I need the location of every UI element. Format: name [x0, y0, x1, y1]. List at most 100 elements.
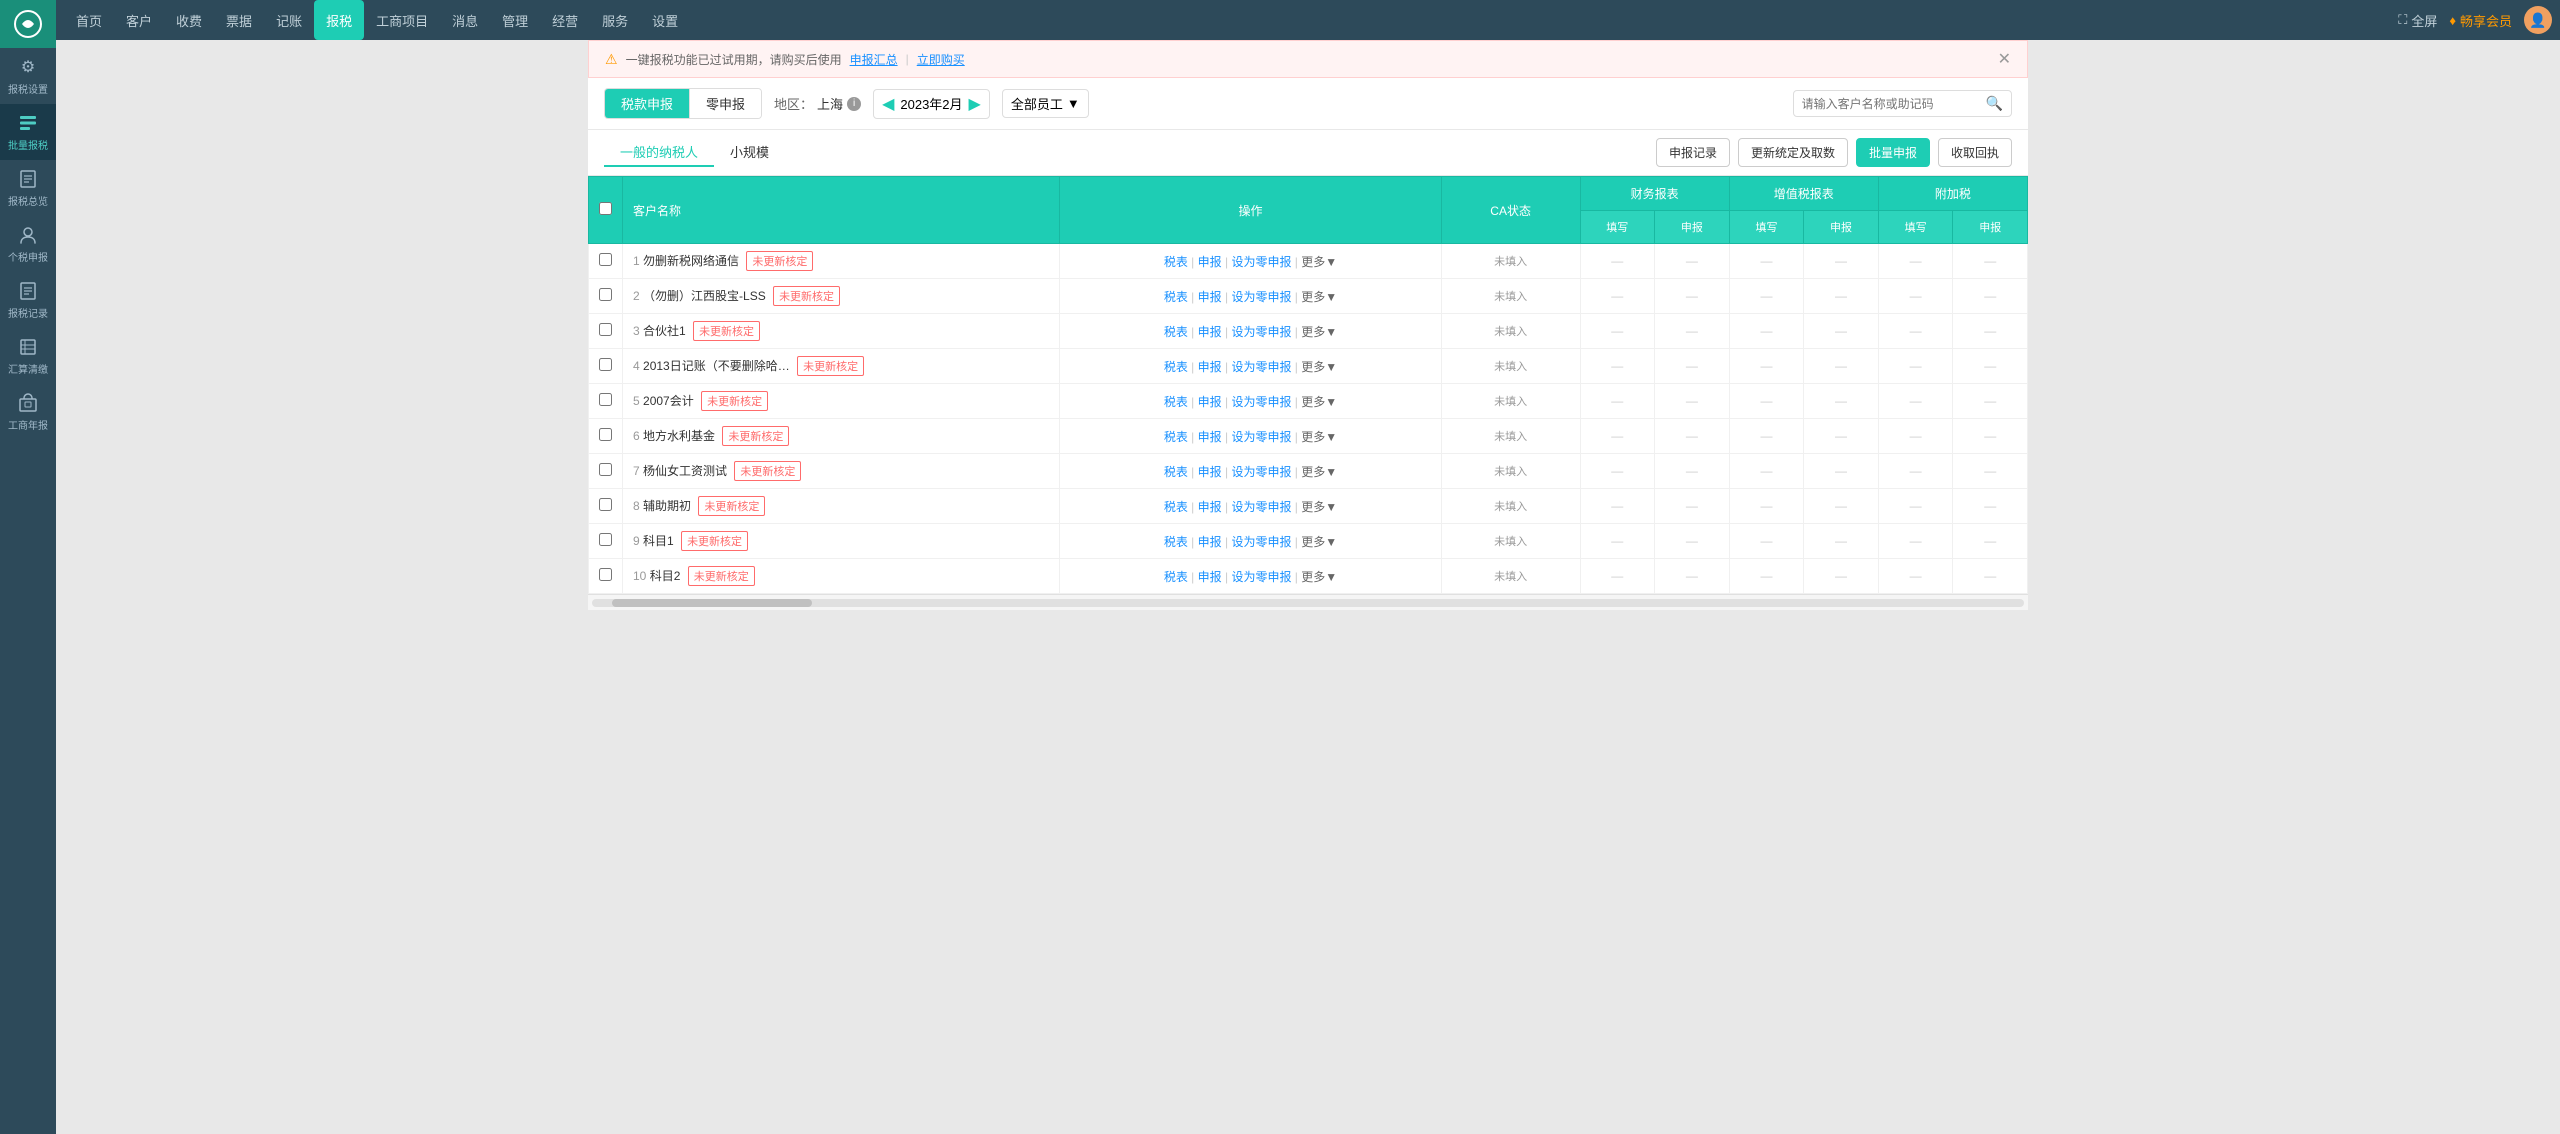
action-set-zero[interactable]: 设为零申报	[1231, 255, 1291, 269]
nav-invoice[interactable]: 票据	[214, 0, 264, 40]
action-more[interactable]: 更多▼	[1301, 360, 1337, 374]
row-company-name: 1 勿删新税网络通信 未更新核定	[623, 244, 1060, 279]
action-declare[interactable]: 申报	[1198, 465, 1222, 479]
notice-link-summary[interactable]: 申报汇总	[850, 51, 898, 68]
row-tax-fill: —	[1729, 559, 1804, 594]
action-more[interactable]: 更多▼	[1301, 465, 1337, 479]
staff-selector[interactable]: 全部员工 ▼	[1002, 89, 1089, 118]
btn-batch-declare[interactable]: 批量申报	[1856, 138, 1930, 167]
btn-declare-record[interactable]: 申报记录	[1656, 138, 1730, 167]
user-avatar[interactable]: 👤	[2524, 6, 2552, 34]
action-declare[interactable]: 申报	[1198, 430, 1222, 444]
nav-home[interactable]: 首页	[64, 0, 114, 40]
row-checkbox[interactable]	[599, 253, 612, 266]
row-checkbox[interactable]	[599, 323, 612, 336]
scroll-track	[592, 599, 2024, 607]
action-set-zero[interactable]: 设为零申报	[1231, 395, 1291, 409]
table-header-row-1: 客户名称 操作 CA状态 财务报表 增值税报表 附加税	[589, 177, 2028, 211]
action-more[interactable]: 更多▼	[1301, 570, 1337, 584]
action-tax-table[interactable]: 税表	[1164, 360, 1188, 374]
action-tax-table[interactable]: 税表	[1164, 255, 1188, 269]
sidebar-item-tax-overview[interactable]: 报税总览	[0, 160, 56, 216]
nav-settings[interactable]: 设置	[640, 0, 690, 40]
tab-declare[interactable]: 税款申报	[605, 89, 690, 118]
row-checkbox[interactable]	[599, 393, 612, 406]
action-set-zero[interactable]: 设为零申报	[1231, 430, 1291, 444]
horizontal-scrollbar[interactable]	[588, 594, 2028, 610]
nav-customer[interactable]: 客户	[114, 0, 164, 40]
row-checkbox[interactable]	[599, 428, 612, 441]
btn-update-data[interactable]: 更新统定及取数	[1738, 138, 1848, 167]
action-set-zero[interactable]: 设为零申报	[1231, 500, 1291, 514]
sidebar-item-tax-record[interactable]: 报税记录	[0, 272, 56, 328]
tab-small-taxpayer[interactable]: 小规模	[714, 138, 785, 167]
action-more[interactable]: 更多▼	[1301, 535, 1337, 549]
action-set-zero[interactable]: 设为零申报	[1231, 290, 1291, 304]
sidebar-item-annual-settlement[interactable]: 汇算清缴	[0, 328, 56, 384]
sidebar-item-tax-settings[interactable]: ⚙ 报税设置	[0, 48, 56, 104]
nav-billing[interactable]: 收费	[164, 0, 214, 40]
action-tax-table[interactable]: 税表	[1164, 430, 1188, 444]
row-checkbox[interactable]	[599, 498, 612, 511]
sidebar-item-business-annual[interactable]: 工商年报	[0, 384, 56, 440]
action-more[interactable]: 更多▼	[1301, 325, 1337, 339]
period-prev-button[interactable]: ◀	[882, 94, 894, 114]
row-tax-submit: —	[1804, 279, 1879, 314]
action-more[interactable]: 更多▼	[1301, 500, 1337, 514]
select-all-checkbox[interactable]	[599, 202, 612, 215]
action-tax-table[interactable]: 税表	[1164, 395, 1188, 409]
nav-operation[interactable]: 经营	[540, 0, 590, 40]
nav-accounting[interactable]: 记账	[264, 0, 314, 40]
row-checkbox[interactable]	[599, 358, 612, 371]
action-declare[interactable]: 申报	[1198, 570, 1222, 584]
row-checkbox[interactable]	[599, 463, 612, 476]
nav-message[interactable]: 消息	[440, 0, 490, 40]
btn-withdraw[interactable]: 收取回执	[1938, 138, 2012, 167]
fullscreen-button[interactable]: ⛶ 全屏	[2398, 11, 2437, 30]
action-tax-table[interactable]: 税表	[1164, 535, 1188, 549]
action-declare[interactable]: 申报	[1198, 290, 1222, 304]
nav-tax[interactable]: 报税	[314, 0, 364, 40]
nav-business[interactable]: 工商项目	[364, 0, 440, 40]
row-additional-fill: —	[1878, 489, 1953, 524]
action-declare[interactable]: 申报	[1198, 535, 1222, 549]
action-more[interactable]: 更多▼	[1301, 430, 1337, 444]
row-checkbox[interactable]	[599, 288, 612, 301]
nav-manage[interactable]: 管理	[490, 0, 540, 40]
action-tax-table[interactable]: 税表	[1164, 570, 1188, 584]
action-more[interactable]: 更多▼	[1301, 290, 1337, 304]
tab-general-taxpayer[interactable]: 一般的纳税人	[604, 138, 714, 167]
sidebar-item-batch-tax[interactable]: 批量报税	[0, 104, 56, 160]
notice-link-buy[interactable]: 立即购买	[917, 51, 965, 68]
action-tax-table[interactable]: 税表	[1164, 290, 1188, 304]
action-declare[interactable]: 申报	[1198, 255, 1222, 269]
tab-zero[interactable]: 零申报	[690, 89, 761, 118]
action-declare[interactable]: 申报	[1198, 360, 1222, 374]
company-name-text: 科目1	[643, 534, 674, 548]
action-tax-table[interactable]: 税表	[1164, 500, 1188, 514]
action-tax-table[interactable]: 税表	[1164, 465, 1188, 479]
sidebar-item-personal-tax[interactable]: 个税申报	[0, 216, 56, 272]
region-info-icon[interactable]: i	[847, 97, 861, 111]
search-input[interactable]	[1802, 97, 1982, 111]
action-more[interactable]: 更多▼	[1301, 255, 1337, 269]
action-set-zero[interactable]: 设为零申报	[1231, 465, 1291, 479]
nav-service[interactable]: 服务	[590, 0, 640, 40]
action-set-zero[interactable]: 设为零申报	[1231, 325, 1291, 339]
scroll-thumb[interactable]	[612, 599, 812, 607]
action-declare[interactable]: 申报	[1198, 500, 1222, 514]
action-set-zero[interactable]: 设为零申报	[1231, 535, 1291, 549]
upgrade-button[interactable]: ♦ 畅享会员	[2449, 11, 2512, 30]
action-set-zero[interactable]: 设为零申报	[1231, 360, 1291, 374]
action-declare[interactable]: 申报	[1198, 395, 1222, 409]
row-checkbox[interactable]	[599, 568, 612, 581]
action-declare[interactable]: 申报	[1198, 325, 1222, 339]
action-set-zero[interactable]: 设为零申报	[1231, 570, 1291, 584]
notice-close-button[interactable]: ✕	[1998, 49, 2011, 69]
row-checkbox[interactable]	[599, 533, 612, 546]
notice-separator: |	[906, 52, 909, 66]
action-tax-table[interactable]: 税表	[1164, 325, 1188, 339]
period-next-button[interactable]: ▶	[969, 94, 981, 114]
action-more[interactable]: 更多▼	[1301, 395, 1337, 409]
search-icon[interactable]: 🔍	[1986, 95, 2003, 112]
